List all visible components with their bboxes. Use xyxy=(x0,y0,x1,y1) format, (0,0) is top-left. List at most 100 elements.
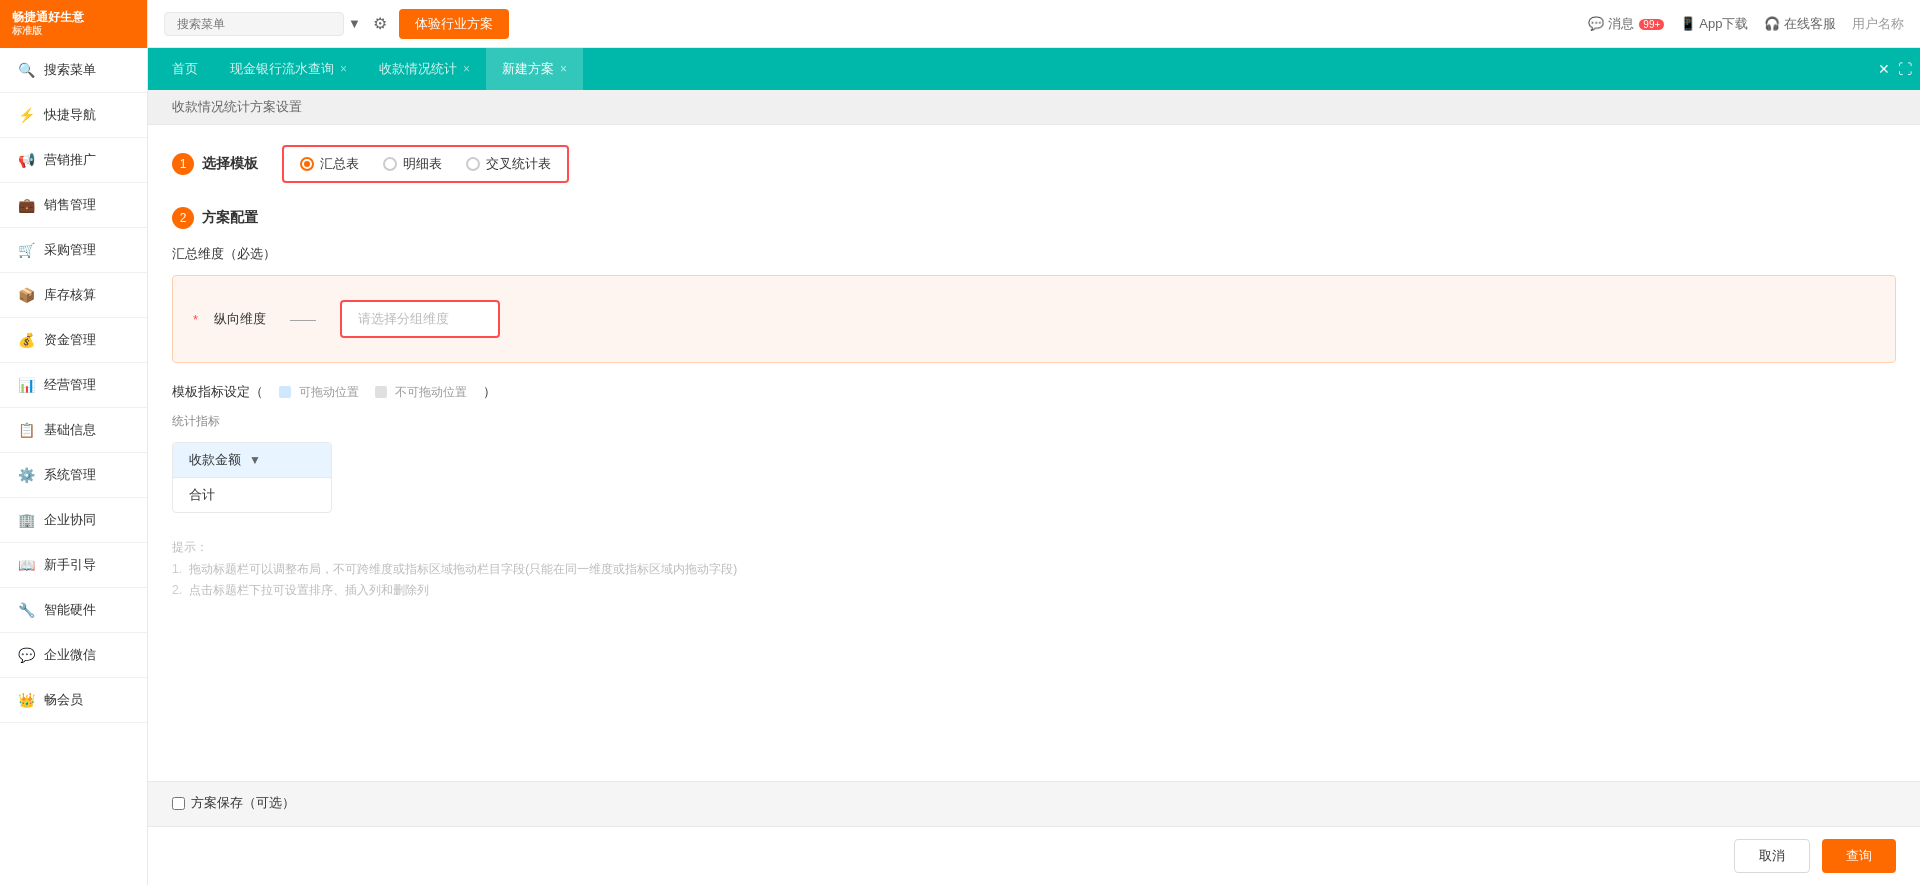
query-button[interactable]: 查询 xyxy=(1822,839,1896,873)
template-radio-group: 汇总表 明细表 交叉统计表 xyxy=(282,145,569,183)
sidebar-item-搜索菜单[interactable]: 🔍搜索菜单 xyxy=(0,48,147,93)
nav-tab-actions: ✕ ⛶ xyxy=(1878,61,1912,77)
sidebar-icon: 🔧 xyxy=(16,600,36,620)
dimension-row: * 纵向维度 —— 请选择分组维度 xyxy=(193,300,1875,338)
sidebar-icon: 🛒 xyxy=(16,240,36,260)
nav-tab-label: 首页 xyxy=(172,60,198,78)
movable-dot xyxy=(279,386,291,398)
required-star: * xyxy=(193,312,198,327)
step1-section: 1 选择模板 汇总表 明细表 交叉统计表 xyxy=(172,145,1896,183)
radio-cross[interactable]: 交叉统计表 xyxy=(466,155,551,173)
tab-close-icon[interactable]: × xyxy=(340,62,347,76)
sidebar-item-label: 基础信息 xyxy=(44,421,96,439)
sidebar-item-label: 营销推广 xyxy=(44,151,96,169)
tab-close-icon[interactable]: × xyxy=(560,62,567,76)
step2-title: 方案配置 xyxy=(202,209,258,227)
sidebar-item-库存核算[interactable]: 📦库存核算 xyxy=(0,273,147,318)
nav-tab-首页[interactable]: 首页 xyxy=(156,48,214,90)
page-footer: 方案保存（可选） xyxy=(148,781,1920,824)
fixed-label: 不可拖动位置 xyxy=(395,384,467,401)
sidebar-icon: 📖 xyxy=(16,555,36,575)
expand-icon[interactable]: ⛶ xyxy=(1898,61,1912,77)
step1-header: 1 选择模板 汇总表 明细表 交叉统计表 xyxy=(172,145,1896,183)
sidebar-item-基础信息[interactable]: 📋 基础信息 xyxy=(0,408,147,453)
nav-tabs: 首页现金银行流水查询× 收款情况统计 × 新建方案 × ✕ ⛶ xyxy=(148,48,1920,90)
settings-icon[interactable]: ⚙ xyxy=(373,14,387,33)
cancel-button[interactable]: 取消 xyxy=(1734,839,1810,873)
sidebar-item-资金管理[interactable]: 💰 资金管理 xyxy=(0,318,147,363)
sidebar-item-新手引导[interactable]: 📖 新手引导 xyxy=(0,543,147,588)
tab-close-icon[interactable]: × xyxy=(463,62,470,76)
search-input[interactable] xyxy=(164,12,344,36)
sidebar-item-label: 新手引导 xyxy=(44,556,96,574)
sidebar-icon: ⚙️ xyxy=(16,465,36,485)
metrics-col-header: 收款金额 ▼ xyxy=(189,451,315,469)
save-label[interactable]: 方案保存（可选） xyxy=(191,794,295,812)
app-logo: 畅捷通好生意 标准版 xyxy=(0,0,147,48)
sidebar-item-智能硬件[interactable]: 🔧智能硬件 xyxy=(0,588,147,633)
save-checkbox[interactable] xyxy=(172,797,185,810)
sidebar-item-采购管理[interactable]: 🛒采购管理 xyxy=(0,228,147,273)
service-area[interactable]: 🎧 在线客服 xyxy=(1764,15,1836,33)
metrics-title-text: 模板指标设定（ xyxy=(172,383,263,401)
radio-detail-label: 明细表 xyxy=(403,155,442,173)
topbar: ▼ ⚙ 体验行业方案 💬 消息 99+ 📱 App下载 🎧 在线客服 用户名称 xyxy=(148,0,1920,48)
industry-btn[interactable]: 体验行业方案 xyxy=(399,9,509,39)
nav-tab-label: 新建方案 xyxy=(502,60,554,78)
sidebar-item-label: 企业协同 xyxy=(44,511,96,529)
close-window-icon[interactable]: ✕ xyxy=(1878,61,1890,77)
metrics-col-subtitle: 统计指标 xyxy=(172,414,220,428)
metrics-dropdown-icon[interactable]: ▼ xyxy=(249,453,261,467)
sidebar-item-企业微信[interactable]: 💬企业微信 xyxy=(0,633,147,678)
page-breadcrumb: 收款情况统计方案设置 xyxy=(148,90,1920,125)
hint-2: 2. 点击标题栏下拉可设置排序、插入列和删除列 xyxy=(172,580,1896,602)
sidebar-item-label: 资金管理 xyxy=(44,331,96,349)
sidebar-icon: 📋 xyxy=(16,420,36,440)
download-area[interactable]: 📱 App下载 xyxy=(1680,15,1748,33)
dimension-selector[interactable]: 请选择分组维度 xyxy=(340,300,500,338)
sidebar-icon: 💰 xyxy=(16,330,36,350)
nav-tab-现金银行流水查询[interactable]: 现金银行流水查询× xyxy=(214,48,363,90)
page-body: 1 选择模板 汇总表 明细表 交叉统计表 xyxy=(148,125,1920,781)
arrow-separator: —— xyxy=(290,312,316,327)
user-info[interactable]: 用户名称 xyxy=(1852,15,1904,33)
radio-cross-label: 交叉统计表 xyxy=(486,155,551,173)
download-label: App下载 xyxy=(1699,16,1748,31)
fixed-legend: 不可拖动位置 xyxy=(375,384,467,401)
nav-tab-label: 收款情况统计 xyxy=(379,60,457,78)
sidebar-icon: 🏢 xyxy=(16,510,36,530)
sidebar-item-企业协同[interactable]: 🏢 企业协同 xyxy=(0,498,147,543)
hint-1: 1. 拖动标题栏可以调整布局，不可跨维度或指标区域拖动栏目字段(只能在同一维度或… xyxy=(172,559,1896,581)
sidebar-item-系统管理[interactable]: ⚙️ 系统管理 xyxy=(0,453,147,498)
sidebar-item-经营管理[interactable]: 📊经营管理 xyxy=(0,363,147,408)
metrics-col-title: 统计指标 xyxy=(172,413,1896,430)
movable-legend: 可拖动位置 xyxy=(279,384,359,401)
sidebar-item-label: 搜索菜单 xyxy=(44,61,96,79)
breadcrumb-text: 收款情况统计方案设置 xyxy=(172,99,302,114)
radio-summary-label: 汇总表 xyxy=(320,155,359,173)
sidebar-item-label: 系统管理 xyxy=(44,466,96,484)
nav-tab-收款情况统计[interactable]: 收款情况统计 × xyxy=(363,48,486,90)
sidebar-item-label: 销售管理 xyxy=(44,196,96,214)
sidebar-icon: 📢 xyxy=(16,150,36,170)
dimension-area: * 纵向维度 —— 请选择分组维度 xyxy=(172,275,1896,363)
nav-tab-新建方案[interactable]: 新建方案 × xyxy=(486,48,583,90)
radio-circle-cross xyxy=(466,157,480,171)
sidebar-item-营销推广[interactable]: 📢 营销推广 xyxy=(0,138,147,183)
main-area: ▼ ⚙ 体验行业方案 💬 消息 99+ 📱 App下载 🎧 在线客服 用户名称 … xyxy=(148,0,1920,885)
radio-detail[interactable]: 明细表 xyxy=(383,155,442,173)
dimension-section-title: 汇总维度（必选） xyxy=(172,245,1896,263)
sidebar-item-快捷导航[interactable]: ⚡ 快捷导航 xyxy=(0,93,147,138)
hint-title: 提示： xyxy=(172,540,208,554)
metrics-table-row: 合计 xyxy=(173,478,331,512)
sidebar-item-label: 快捷导航 xyxy=(44,106,96,124)
hint-2-text: 点击标题栏下拉可设置排序、插入列和删除列 xyxy=(189,583,429,597)
sidebar-icon: ⚡ xyxy=(16,105,36,125)
radio-summary[interactable]: 汇总表 xyxy=(300,155,359,173)
notification-area[interactable]: 💬 消息 99+ xyxy=(1588,15,1664,33)
sidebar-item-销售管理[interactable]: 💼销售管理 xyxy=(0,183,147,228)
topbar-right: 💬 消息 99+ 📱 App下载 🎧 在线客服 用户名称 xyxy=(1588,15,1904,33)
search-dropdown-icon[interactable]: ▼ xyxy=(348,16,361,31)
sidebar-item-畅会员[interactable]: 👑畅会员 xyxy=(0,678,147,723)
sidebar-icon: 👑 xyxy=(16,690,36,710)
